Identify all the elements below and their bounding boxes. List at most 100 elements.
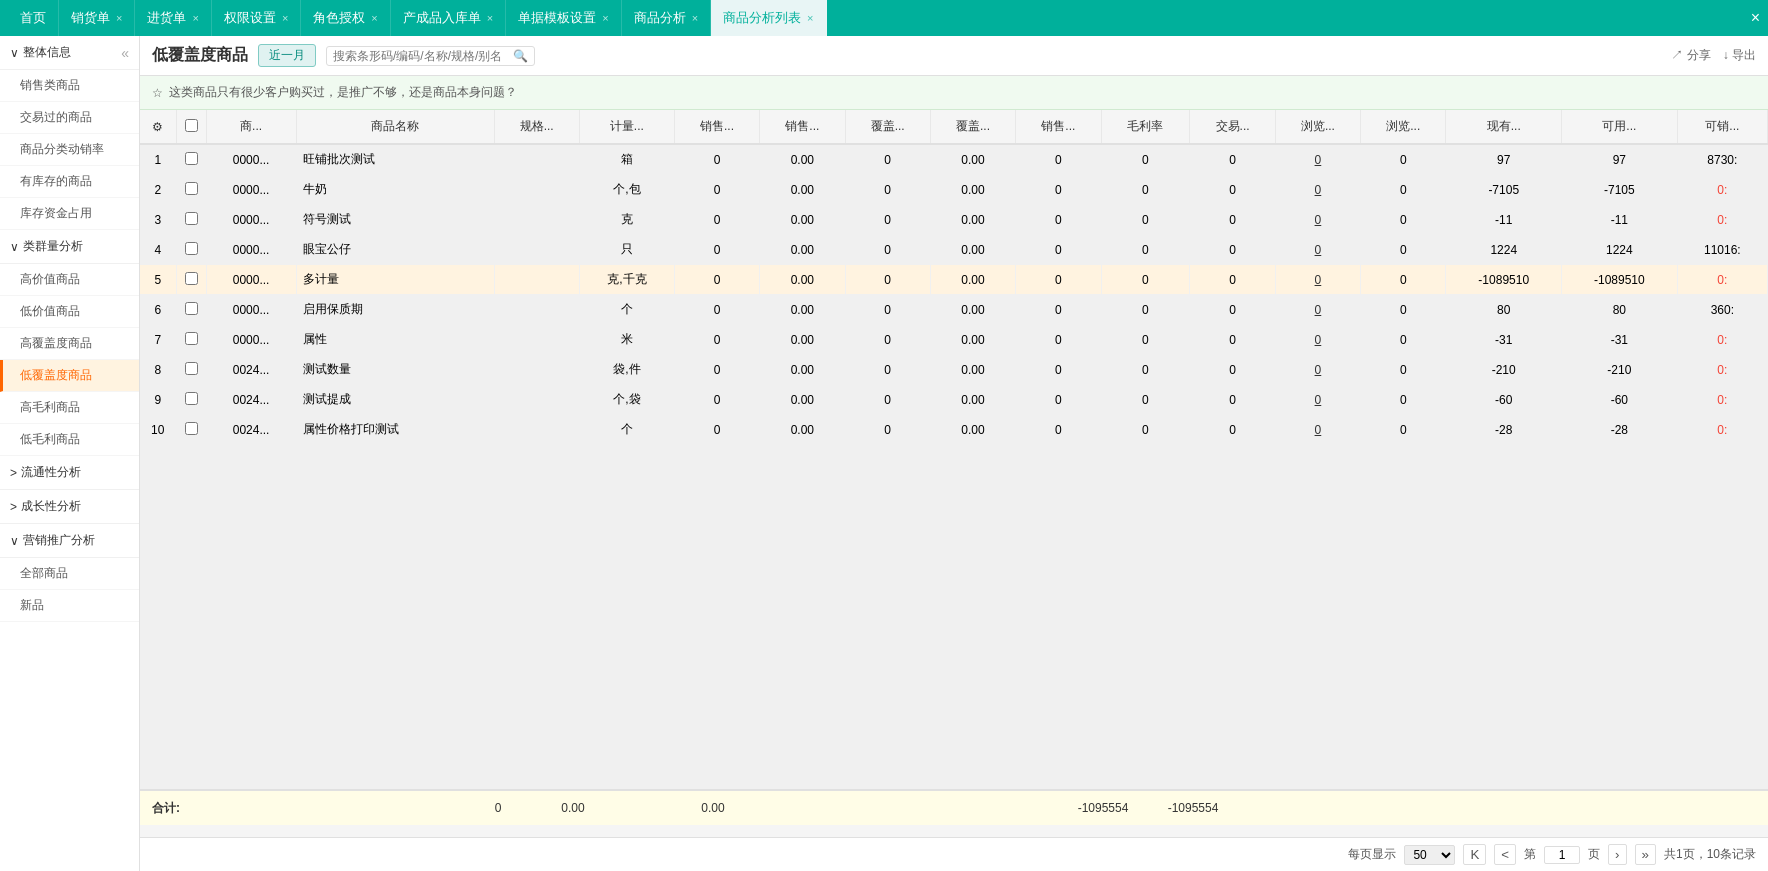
cell-sellable: 0: [1677,355,1767,385]
cell-check[interactable] [176,235,206,265]
search-icon[interactable]: 🔍 [513,49,528,63]
cell-browse2: 0 [1361,295,1446,325]
sidebar-item-high-value[interactable]: 高价值商品 [0,264,139,296]
cell-browse1[interactable]: 0 [1275,235,1360,265]
nav-tab-product-analysis[interactable]: 商品分析 × [622,0,711,36]
cell-browse1[interactable]: 0 [1275,295,1360,325]
cell-unit: 克 [579,205,674,235]
sidebar-item-traded-goods[interactable]: 交易过的商品 [0,102,139,134]
close-icon[interactable]: × [602,12,608,24]
select-all-checkbox[interactable] [185,119,198,132]
nav-tab-product-analysis-list[interactable]: 商品分析列表 × [711,0,826,36]
cell-browse1[interactable]: 0 [1275,175,1360,205]
cell-check[interactable] [176,325,206,355]
sidebar-section-overall[interactable]: ∨ 整体信息 « [0,36,139,70]
cell-spec [494,415,579,445]
export-button[interactable]: ↓ 导出 [1723,47,1756,64]
sidebar-item-sales-goods[interactable]: 销售类商品 [0,70,139,102]
sidebar-section-liquidity[interactable]: > 流通性分析 [0,456,139,490]
row-checkbox[interactable] [185,362,198,375]
row-checkbox[interactable] [185,152,198,165]
row-checkbox[interactable] [185,302,198,315]
cell-settings: 8 [140,355,176,385]
row-checkbox[interactable] [185,272,198,285]
page-size-select[interactable]: 50 100 200 [1404,845,1455,865]
sidebar-item-all-goods[interactable]: 全部商品 [0,558,139,590]
row-checkbox[interactable] [185,422,198,435]
cell-cover2: 0.00 [930,295,1015,325]
cell-check[interactable] [176,205,206,235]
horizontal-scrollbar[interactable] [140,825,1768,837]
cell-check[interactable] [176,144,206,175]
close-icon[interactable]: × [192,12,198,24]
th-settings[interactable]: ⚙ [140,110,176,144]
sidebar-item-low-margin[interactable]: 低毛利商品 [0,424,139,456]
sidebar-item-stocked-goods[interactable]: 有库存的商品 [0,166,139,198]
nav-tab-templates[interactable]: 单据模板设置 × [506,0,621,36]
sidebar-section-marketing[interactable]: ∨ 营销推广分析 [0,524,139,558]
cell-code: 0000... [206,265,296,295]
nav-tab-purchase[interactable]: 进货单 × [135,0,211,36]
sidebar-item-high-coverage[interactable]: 高覆盖度商品 [0,328,139,360]
sidebar-item-new-goods[interactable]: 新品 [0,590,139,622]
close-all-button[interactable]: × [1751,9,1760,27]
nav-tab-sales[interactable]: 销货单 × [59,0,135,36]
cell-current: 97 [1446,144,1562,175]
close-icon[interactable]: × [487,12,493,24]
chevron-icon: > [10,500,17,514]
cell-browse1[interactable]: 0 [1275,144,1360,175]
sidebar-section-category[interactable]: ∨ 类群量分析 [0,230,139,264]
th-browse2: 浏览... [1361,110,1446,144]
close-icon[interactable]: × [282,12,288,24]
cell-check[interactable] [176,355,206,385]
table-row: 5 0000... 多计量 克,千克 0 0.00 0 0.00 0 0 0 0… [140,265,1768,295]
cell-sales-qty: 0 [674,175,759,205]
first-page-button[interactable]: K [1463,844,1486,865]
row-checkbox[interactable] [185,242,198,255]
cell-gross-rate: 0 [1101,144,1190,175]
table-container[interactable]: ⚙ 商... 商品名称 规格... 计量... [140,110,1768,789]
nav-tab-stock-in[interactable]: 产成品入库单 × [391,0,506,36]
cell-browse1[interactable]: 0 [1275,385,1360,415]
sidebar-item-low-value[interactable]: 低价值商品 [0,296,139,328]
nav-tab-roles[interactable]: 角色授权 × [301,0,390,36]
sidebar-item-inventory-capital[interactable]: 库存资金占用 [0,198,139,230]
cell-check[interactable] [176,265,206,295]
cell-check[interactable] [176,415,206,445]
sidebar-item-low-coverage[interactable]: 低覆盖度商品 [0,360,139,392]
table-row: 8 0024... 测试数量 袋,件 0 0.00 0 0.00 0 0 0 0… [140,355,1768,385]
cell-browse1[interactable]: 0 [1275,205,1360,235]
share-button[interactable]: ↗ 分享 [1671,47,1710,64]
search-input[interactable] [333,49,513,63]
close-icon[interactable]: × [371,12,377,24]
cell-check[interactable] [176,175,206,205]
filter-recent-month-button[interactable]: 近一月 [258,44,316,67]
sidebar-section-growth[interactable]: > 成长性分析 [0,490,139,524]
close-icon[interactable]: × [807,12,813,24]
collapse-sidebar-icon[interactable]: « [121,45,129,61]
cell-name: 属性 [296,325,494,355]
next-page-button[interactable]: › [1608,844,1626,865]
sidebar-item-category-rate[interactable]: 商品分类动销率 [0,134,139,166]
cell-sales3: 0 [1016,325,1101,355]
sidebar-item-high-margin[interactable]: 高毛利商品 [0,392,139,424]
prev-page-button[interactable]: < [1494,844,1516,865]
nav-tab-home[interactable]: 首页 [8,0,59,36]
page-number-input[interactable] [1544,846,1580,864]
row-checkbox[interactable] [185,182,198,195]
close-icon[interactable]: × [116,12,122,24]
row-checkbox[interactable] [185,392,198,405]
cell-current: 1224 [1446,235,1562,265]
nav-tab-permissions[interactable]: 权限设置 × [212,0,301,36]
row-checkbox[interactable] [185,212,198,225]
cell-check[interactable] [176,295,206,325]
cell-browse1[interactable]: 0 [1275,415,1360,445]
row-checkbox[interactable] [185,332,198,345]
cell-browse1[interactable]: 0 [1275,265,1360,295]
last-page-button[interactable]: » [1635,844,1656,865]
cell-check[interactable] [176,385,206,415]
cell-browse1[interactable]: 0 [1275,325,1360,355]
cell-browse1[interactable]: 0 [1275,355,1360,385]
close-icon[interactable]: × [692,12,698,24]
cell-unit: 克,千克 [579,265,674,295]
